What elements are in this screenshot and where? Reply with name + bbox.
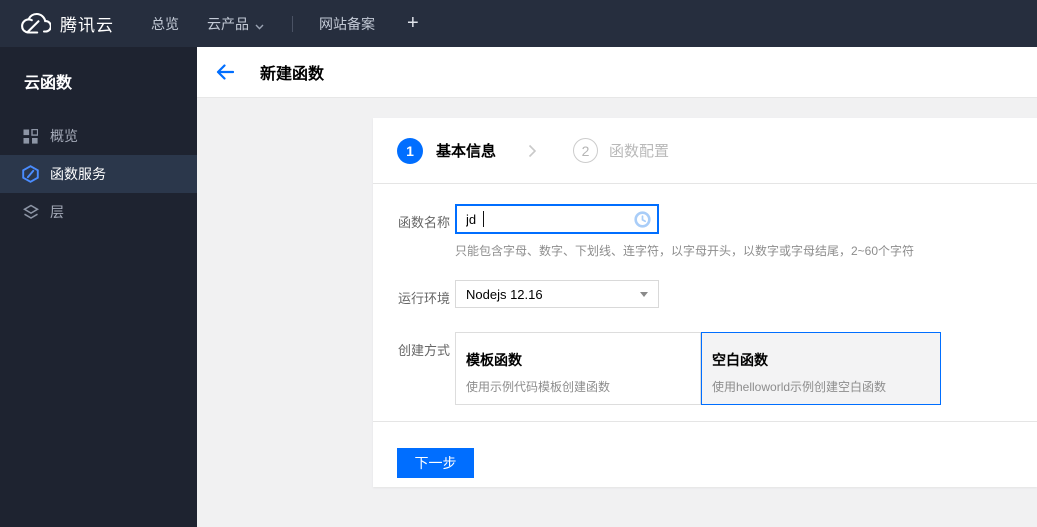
function-name-label: 函数名称 xyxy=(398,215,451,230)
page-header: 新建函数 xyxy=(197,47,1037,98)
sidebar-item-function-service[interactable]: 函数服务 xyxy=(0,155,197,193)
runtime-selected-value: Nodejs 12.16 xyxy=(466,286,543,302)
step-2-badge: 2 xyxy=(573,138,599,163)
runtime-label: 运行环境 xyxy=(398,291,451,306)
next-step-button[interactable]: 下一步 xyxy=(397,448,474,478)
chevron-down-icon xyxy=(255,17,264,33)
creation-method-label: 创建方式 xyxy=(398,343,451,358)
brand-name: 腾讯云 xyxy=(60,16,114,35)
layers-icon xyxy=(22,203,39,221)
creation-method-row: 创建方式 模板函数 使用示例代码模板创建函数 空白函数 使用helloworld… xyxy=(398,332,1013,405)
runtime-row: 运行环境 Nodejs 12.16 xyxy=(398,280,1013,332)
nav-item-icp-filing[interactable]: 网站备案 xyxy=(319,14,375,34)
nav-item-overview[interactable]: 总览 xyxy=(151,14,179,34)
sidebar-item-overview[interactable]: 概览 xyxy=(0,117,197,155)
step-separator-chevron-icon xyxy=(528,144,537,158)
option-template-function[interactable]: 模板函数 使用示例代码模板创建函数 xyxy=(455,332,701,405)
tencent-cloud-brand[interactable]: 腾讯云 xyxy=(18,11,114,36)
step-indicator: 1 基本信息 2 函数配置 xyxy=(373,118,1037,184)
function-name-row: 函数名称 jd 只能包含字母、数字、下划线、连字符，以字母开头，以数字或字母结尾… xyxy=(398,204,1013,280)
form-footer: 下一步 xyxy=(373,421,1037,487)
content-area: 1 基本信息 2 函数配置 函数名称 jd 只能包含字母、数字、下划线、连字符，… xyxy=(197,98,1037,527)
tencent-cloud-logo-icon xyxy=(18,12,51,35)
sidebar-product-title: 云函数 xyxy=(24,75,73,92)
option-title: 模板函数 xyxy=(466,352,522,368)
option-description: 使用示例代码模板创建函数 xyxy=(466,380,611,394)
back-arrow-icon xyxy=(216,64,234,80)
nav-add-button[interactable]: + xyxy=(407,12,419,35)
top-nav-menu: 总览 云产品 网站备案 + xyxy=(151,12,419,35)
step-1-badge: 1 xyxy=(397,137,423,164)
function-name-helper-text: 只能包含字母、数字、下划线、连字符，以字母开头，以数字或字母结尾，2~60个字符 xyxy=(455,244,915,258)
sidebar-item-layers[interactable]: 层 xyxy=(0,193,197,231)
function-hexagon-icon xyxy=(22,165,39,183)
step-2-label: 函数配置 xyxy=(609,143,670,160)
basic-info-form: 函数名称 jd 只能包含字母、数字、下划线、连字符，以字母开头，以数字或字母结尾… xyxy=(373,184,1037,421)
nav-divider xyxy=(292,15,293,32)
sidebar-item-label: 层 xyxy=(50,204,64,220)
option-blank-function[interactable]: 空白函数 使用helloworld示例创建空白函数 xyxy=(701,332,941,405)
text-caret xyxy=(483,211,484,227)
grid-icon xyxy=(22,127,39,145)
caret-down-icon xyxy=(640,291,648,297)
back-button[interactable] xyxy=(213,60,237,84)
creation-method-options: 模板函数 使用示例代码模板创建函数 空白函数 使用helloworld示例创建空… xyxy=(455,332,941,405)
step-1-label: 基本信息 xyxy=(436,143,497,160)
option-description: 使用helloworld示例创建空白函数 xyxy=(712,380,887,394)
sidebar-item-label: 函数服务 xyxy=(50,166,106,182)
runtime-select[interactable]: Nodejs 12.16 xyxy=(455,280,659,308)
sidebar: 云函数 概览 函数服务 层 xyxy=(0,47,197,527)
sidebar-item-label: 概览 xyxy=(50,128,78,144)
top-navigation-bar: 腾讯云 总览 云产品 网站备案 + xyxy=(0,0,1037,47)
create-function-card: 1 基本信息 2 函数配置 函数名称 jd 只能包含字母、数字、下划线、连字符，… xyxy=(373,118,1037,487)
function-name-input[interactable] xyxy=(455,204,659,234)
nav-item-cloud-products[interactable]: 云产品 xyxy=(207,14,264,34)
option-title: 空白函数 xyxy=(712,352,768,368)
page-title: 新建函数 xyxy=(260,66,325,83)
